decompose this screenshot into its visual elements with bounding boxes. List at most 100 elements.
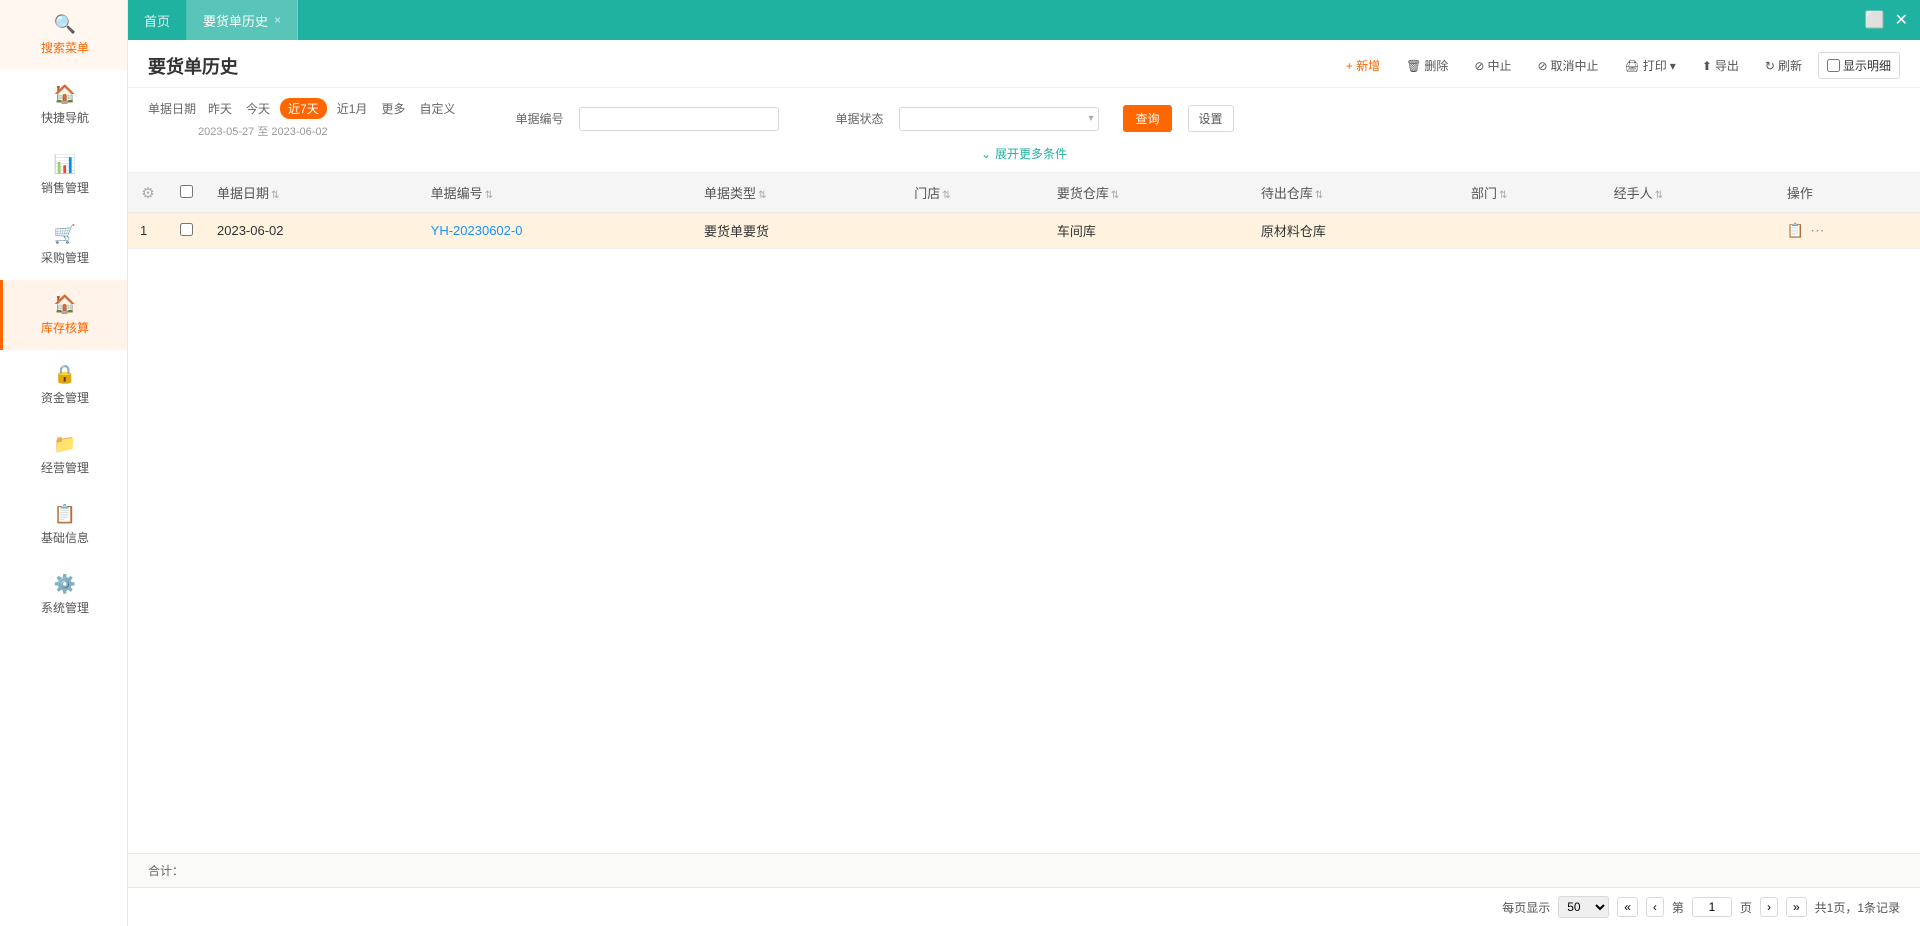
sidebar-item-basic[interactable]: 📋基础信息 <box>0 490 127 560</box>
stop-button[interactable]: ⊘ 中止 <box>1464 53 1521 78</box>
table-footer: 合计： <box>128 853 1920 887</box>
sort-icon-2: ⇅ <box>485 190 493 201</box>
col-doc-number[interactable]: 单据编号⇅ <box>419 173 692 213</box>
display-detail-checkbox[interactable] <box>1827 59 1840 72</box>
main-area: 首页要货单历史× ⬜ ✕ 要货单历史 + 新增 🗑 删除 ⊘ 中止 ⊘ <box>128 0 1920 926</box>
delete-button[interactable]: 🗑 删除 <box>1396 53 1458 78</box>
sidebar-label-search-menu: 搜索菜单 <box>41 39 89 56</box>
sidebar-label-quick-nav: 快捷导航 <box>41 109 89 126</box>
add-button[interactable]: + 新增 <box>1336 53 1390 78</box>
row-more-icon-0[interactable]: ⋯ <box>1810 222 1824 239</box>
status-select[interactable] <box>899 107 1099 131</box>
gear-icon[interactable]: ⚙ <box>141 185 154 202</box>
row-checkbox-0[interactable] <box>180 223 193 236</box>
select-all-checkbox[interactable] <box>180 185 193 198</box>
date-range: 2023-05-27 至 2023-06-02 <box>198 123 328 139</box>
page-header: 要货单历史 + 新增 🗑 删除 ⊘ 中止 ⊘ 取消中止 🖨 打印 <box>128 40 1920 88</box>
close-icon[interactable]: ✕ <box>1895 10 1908 30</box>
filter-bar: 单据日期 昨天今天近7天近1月更多自定义 2023-05-27 至 2023-0… <box>128 88 1920 173</box>
header-actions: + 新增 🗑 删除 ⊘ 中止 ⊘ 取消中止 🖨 打印 ▾ <box>1336 52 1900 79</box>
sidebar-label-operations: 经营管理 <box>41 459 89 476</box>
sort-icon: ⇅ <box>271 190 279 201</box>
expand-icon: ⌄ <box>981 147 991 161</box>
sidebar-icon-purchase: 🛒 <box>54 224 76 245</box>
sidebar-icon-operations: 📁 <box>54 434 76 455</box>
sort-icon-3: ⇅ <box>758 190 766 201</box>
table-header: ⚙ 单据日期⇅ 单据编号⇅ 单据类型⇅ <box>128 173 1920 213</box>
date-label: 单据日期 <box>148 100 196 117</box>
col-checkbox <box>168 173 205 213</box>
settings-button[interactable]: 设置 <box>1188 105 1234 132</box>
cell-doc-number: YH-20230602-0 <box>419 213 692 249</box>
col-handler[interactable]: 经手人⇅ <box>1602 173 1775 213</box>
print-dropdown-icon: ▾ <box>1670 59 1676 73</box>
refresh-icon: ↻ <box>1765 59 1775 73</box>
print-button[interactable]: 🖨 打印 ▾ <box>1615 53 1686 78</box>
col-actions: 操作 <box>1775 173 1920 213</box>
tab-home[interactable]: 首页 <box>128 0 187 40</box>
sidebar-item-operations[interactable]: 📁 经营管理 <box>0 420 127 490</box>
sidebar-item-finance[interactable]: 🔒 资金管理 <box>0 350 127 420</box>
sidebar-icon-finance: 🔒 <box>54 364 76 385</box>
cell-actions: 📋 ⋯ <box>1775 213 1920 249</box>
cell-pending-warehouse: 原材料仓库 <box>1249 213 1459 249</box>
date-shortcut-5[interactable]: 自定义 <box>415 99 459 118</box>
cell-store <box>902 213 1045 249</box>
doc-number-input[interactable] <box>579 107 779 131</box>
prev-page-button[interactable]: ‹ <box>1646 897 1664 917</box>
sidebar-item-inventory[interactable]: 🏠库存核算 <box>0 280 127 350</box>
export-button[interactable]: ⬆ 导出 <box>1692 53 1749 78</box>
cell-doc-type: 要货单要货 <box>692 213 902 249</box>
sidebar-label-sales: 销售管理 <box>41 179 89 196</box>
restore-icon[interactable]: ⬜ <box>1865 10 1885 30</box>
sort-icon-6: ⇅ <box>1315 190 1323 201</box>
tab-bar-right: ⬜ ✕ <box>1865 10 1920 30</box>
print-icon: 🖨 <box>1625 59 1640 73</box>
status-select-wrap: ▾ <box>899 107 1099 131</box>
cancel-stop-icon: ⊘ <box>1537 59 1547 73</box>
date-shortcut-3[interactable]: 近1月 <box>333 99 372 118</box>
sort-icon-8: ⇅ <box>1655 190 1663 201</box>
col-req-warehouse[interactable]: 要货仓库⇅ <box>1045 173 1249 213</box>
expand-more-button[interactable]: ⌄ 展开更多条件 <box>148 145 1900 162</box>
col-store[interactable]: 门店⇅ <box>902 173 1045 213</box>
sidebar-item-system[interactable]: ⚙️系统管理 <box>0 560 127 630</box>
sidebar-item-purchase[interactable]: 🛒采购管理 <box>0 210 127 280</box>
total-info: 共1页，1条记录 <box>1815 899 1900 916</box>
col-pending-warehouse[interactable]: 待出仓库⇅ <box>1249 173 1459 213</box>
tab-close-history[interactable]: × <box>274 13 281 27</box>
query-button[interactable]: 查询 <box>1123 105 1171 132</box>
sort-icon-7: ⇅ <box>1499 190 1507 201</box>
col-settings: ⚙ <box>128 173 168 213</box>
page-input[interactable] <box>1692 897 1732 917</box>
pagination-bar: 每页显示 50 100 200 « ‹ 第 页 › » 共1页，1条记录 <box>128 887 1920 926</box>
sidebar-icon-quick-nav: 🏠 <box>54 84 76 105</box>
page-size-label: 每页显示 <box>1502 899 1550 916</box>
col-doc-type[interactable]: 单据类型⇅ <box>692 173 902 213</box>
date-shortcut-2[interactable]: 近7天 <box>280 98 327 119</box>
sidebar-label-finance: 资金管理 <box>41 389 89 406</box>
date-shortcut-4[interactable]: 更多 <box>377 99 409 118</box>
sidebar-item-quick-nav[interactable]: 🏠 快捷导航 <box>0 70 127 140</box>
sidebar-item-search-menu[interactable]: 🔍搜索菜单 <box>0 0 127 70</box>
sidebar-item-sales[interactable]: 📊销售管理 <box>0 140 127 210</box>
page-suffix: 页 <box>1740 899 1752 916</box>
doc-number-link-0[interactable]: YH-20230602-0 <box>431 223 523 238</box>
tab-label-home: 首页 <box>144 11 170 30</box>
cancel-stop-button[interactable]: ⊘ 取消中止 <box>1527 53 1608 78</box>
date-shortcut-0[interactable]: 昨天 <box>204 99 236 118</box>
display-detail-button[interactable]: 显示明细 <box>1818 52 1900 79</box>
table-area: ⚙ 单据日期⇅ 单据编号⇅ 单据类型⇅ <box>128 173 1920 853</box>
delete-icon: 🗑 <box>1406 59 1421 73</box>
row-edit-icon-0[interactable]: 📋 <box>1787 222 1804 239</box>
col-doc-date[interactable]: 单据日期⇅ <box>205 173 419 213</box>
col-department[interactable]: 部门⇅ <box>1459 173 1602 213</box>
last-page-button[interactable]: » <box>1786 897 1807 917</box>
page-size-select[interactable]: 50 100 200 <box>1558 896 1609 918</box>
next-page-button[interactable]: › <box>1760 897 1778 917</box>
first-page-button[interactable]: « <box>1617 897 1638 917</box>
date-shortcut-1[interactable]: 今天 <box>242 99 274 118</box>
refresh-button[interactable]: ↻ 刷新 <box>1755 53 1812 78</box>
tab-history[interactable]: 要货单历史× <box>187 0 298 40</box>
page-label: 第 <box>1672 899 1684 916</box>
